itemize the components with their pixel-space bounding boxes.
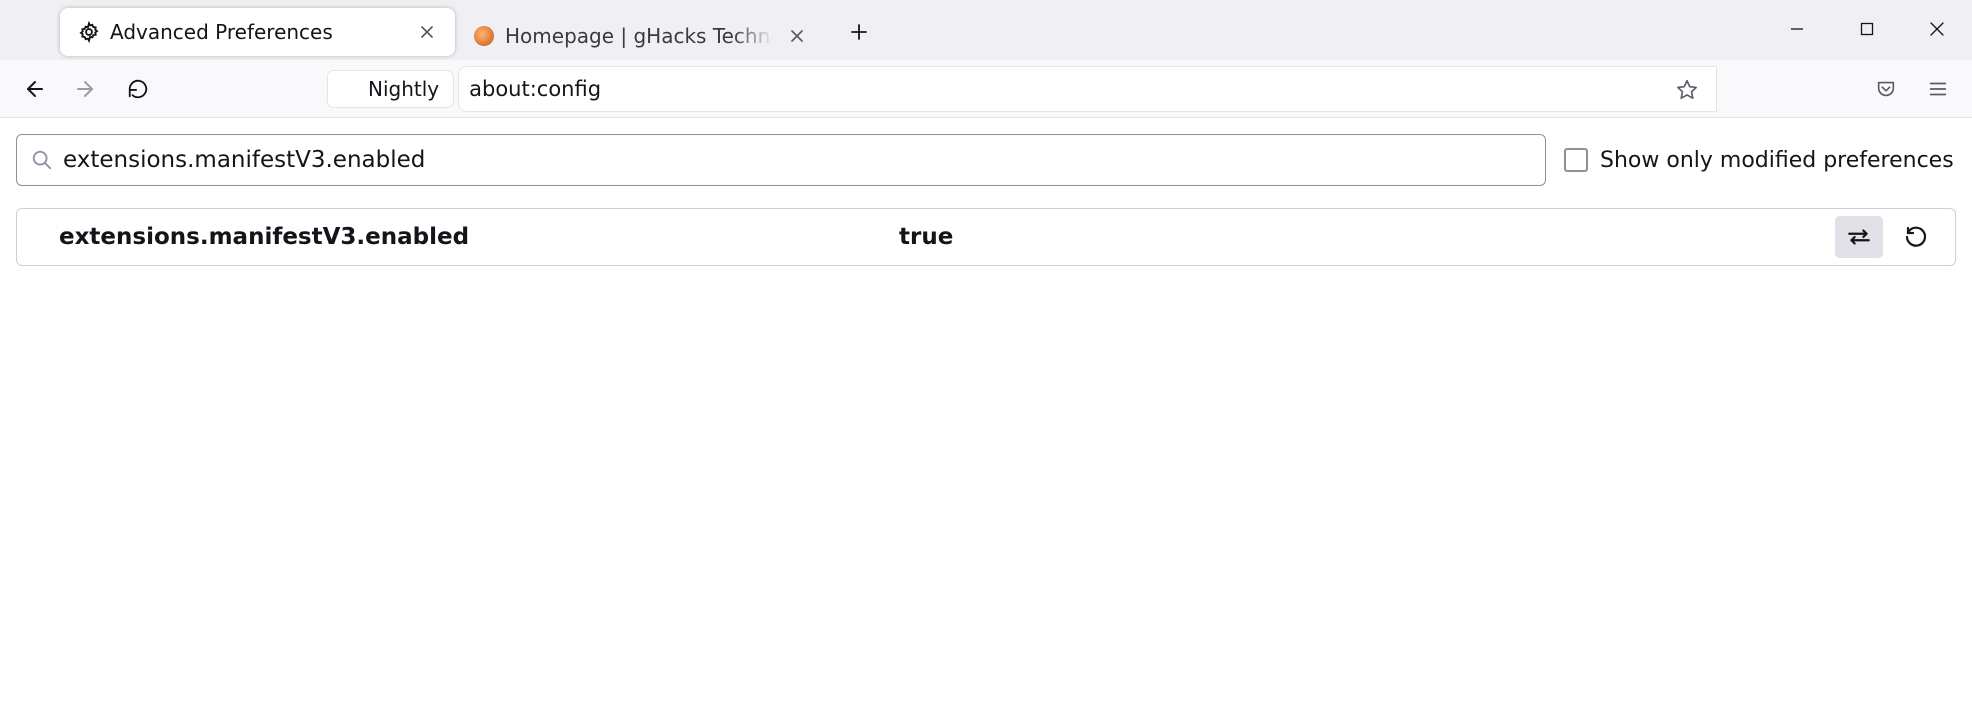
pocket-button[interactable] <box>1864 67 1908 111</box>
identity-name: Nightly <box>368 77 439 101</box>
pref-actions <box>1835 216 1941 258</box>
url-text: about:config <box>469 77 1660 101</box>
pref-search-box[interactable] <box>16 134 1546 186</box>
checkbox-box <box>1564 148 1588 172</box>
bookmark-star-button[interactable] <box>1670 72 1704 106</box>
window-minimize-button[interactable] <box>1762 0 1832 58</box>
navigation-toolbar: Nightly about:config <box>0 60 1972 118</box>
pref-row: extensions.manifestV3.enabled true <box>16 208 1956 266</box>
window-controls <box>1762 0 1972 58</box>
forward-button[interactable] <box>64 67 108 111</box>
checkbox-label: Show only modified preferences <box>1600 148 1954 173</box>
url-bar[interactable]: about:config <box>459 67 1716 111</box>
pref-name: extensions.manifestV3.enabled <box>59 224 879 250</box>
pref-toggle-button[interactable] <box>1835 216 1883 258</box>
close-tab-button[interactable] <box>783 22 811 50</box>
tab-ghacks[interactable]: Homepage | gHacks Technology <box>455 12 825 60</box>
gear-icon <box>78 21 100 43</box>
pref-reset-button[interactable] <box>1893 216 1941 258</box>
show-modified-checkbox[interactable]: Show only modified preferences <box>1564 148 1954 173</box>
about-config-content: Show only modified preferences extension… <box>0 118 1972 282</box>
search-icon <box>31 149 53 171</box>
back-button[interactable] <box>12 67 56 111</box>
firefox-nightly-icon <box>338 78 360 100</box>
window-close-button[interactable] <box>1902 0 1972 58</box>
reload-button[interactable] <box>116 67 160 111</box>
window-maximize-button[interactable] <box>1832 0 1902 58</box>
pref-search-input[interactable] <box>63 147 1531 173</box>
identity-chip[interactable]: Nightly <box>328 71 453 107</box>
pref-value: true <box>899 224 1815 250</box>
tab-advanced-preferences[interactable]: Advanced Preferences <box>60 8 455 56</box>
tab-strip: Advanced Preferences Homepage | gHacks T… <box>0 0 1972 60</box>
new-tab-button[interactable] <box>837 10 881 54</box>
tab-title: Advanced Preferences <box>110 20 403 44</box>
tab-title: Homepage | gHacks Technology <box>505 24 773 48</box>
search-row: Show only modified preferences <box>16 134 1956 186</box>
close-tab-button[interactable] <box>413 18 441 46</box>
url-bar-container: Nightly about:config <box>328 67 1716 111</box>
app-menu-button[interactable] <box>1916 67 1960 111</box>
ghacks-favicon <box>473 25 495 47</box>
